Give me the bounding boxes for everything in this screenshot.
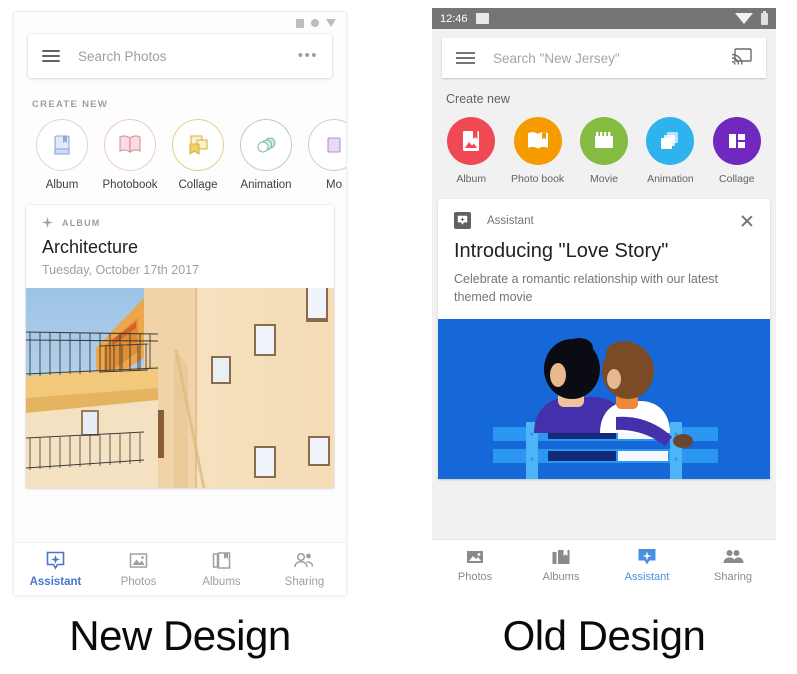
- couple-on-bench-illustration[interactable]: [438, 319, 770, 480]
- nav-label: Albums: [202, 576, 241, 588]
- nav-label: Sharing: [714, 571, 752, 583]
- album-card[interactable]: ALBUM Architecture Tuesday, October 17th…: [26, 205, 334, 488]
- create-item-movie[interactable]: Movie: [571, 117, 637, 185]
- album-title: Architecture: [42, 237, 139, 257]
- wifi-icon: [735, 13, 753, 24]
- photobook-icon: [513, 117, 562, 165]
- create-item-photobook[interactable]: Photo book: [504, 117, 570, 185]
- create-new-label: CREATE NEW: [32, 99, 109, 110]
- sharing-icon: [723, 550, 744, 563]
- old-create-row[interactable]: Album Photo book Movie Animation Collage: [432, 106, 776, 185]
- nav-label: Albums: [542, 571, 580, 583]
- create-new-label: Create new: [446, 92, 510, 106]
- nav-sharing[interactable]: Sharing: [690, 547, 776, 583]
- collage-icon: [712, 117, 761, 165]
- cast-icon[interactable]: [731, 47, 752, 70]
- hamburger-menu-icon[interactable]: [456, 52, 475, 64]
- create-item-label: Mo: [326, 179, 342, 191]
- create-item-collage[interactable]: Collage: [164, 120, 232, 191]
- assistant-card[interactable]: Assistant Introducing "Love Story" Celeb…: [438, 199, 770, 480]
- assistant-source-label: Assistant: [487, 214, 534, 227]
- architecture-photo[interactable]: [26, 288, 334, 488]
- nav-assistant[interactable]: Assistant: [14, 550, 97, 588]
- create-item-animation[interactable]: Animation: [232, 120, 300, 191]
- nav-sharing[interactable]: Sharing: [263, 550, 346, 588]
- old-design-phone: 12:46 Search "New Jersey" Create new Alb…: [432, 8, 776, 590]
- animation-icon: [646, 117, 695, 165]
- new-bottom-nav[interactable]: Assistant Photos Albums Sharing: [14, 542, 346, 595]
- caption-new-design: New Design: [69, 612, 291, 659]
- assistant-card-header: Assistant: [438, 199, 770, 229]
- nav-label: Photos: [457, 571, 493, 583]
- new-search-container: Search Photos •••: [14, 34, 346, 78]
- battery-icon: [761, 10, 768, 25]
- create-item-label: Album: [45, 179, 79, 191]
- nav-label: Assistant: [624, 571, 670, 583]
- assistant-icon: [46, 551, 65, 570]
- album-icon: [37, 120, 87, 170]
- nav-photos[interactable]: Photos: [97, 550, 180, 588]
- create-item-label: Animation: [647, 173, 694, 185]
- sparkle-icon: [42, 217, 53, 228]
- create-item-label: Collage: [178, 179, 218, 191]
- nav-photos[interactable]: Photos: [432, 547, 518, 583]
- search-input[interactable]: Search Photos: [78, 49, 298, 64]
- old-bottom-nav[interactable]: Photos Albums Assistant Sharing: [432, 539, 776, 590]
- album-date: Tuesday, October 17th 2017: [42, 263, 200, 277]
- animation-icon: [241, 120, 291, 170]
- create-item-photobook[interactable]: Photobook: [96, 120, 164, 191]
- sharing-icon: [294, 552, 314, 568]
- create-item-movie[interactable]: Mo: [300, 120, 346, 191]
- assistant-subtitle: Celebrate a romantic relationship with o…: [454, 272, 719, 305]
- assistant-headline: Introducing "Love Story": [454, 240, 669, 262]
- albums-icon: [552, 550, 570, 564]
- create-item-animation[interactable]: Animation: [637, 117, 703, 185]
- create-item-label: Photobook: [102, 179, 158, 191]
- create-item-label: Photo book: [511, 173, 565, 185]
- photos-icon: [129, 553, 148, 568]
- old-status-bar: 12:46: [432, 8, 776, 29]
- assistant-badge-icon: [454, 212, 471, 229]
- collage-icon: [173, 120, 223, 170]
- create-item-album[interactable]: Album: [438, 117, 504, 185]
- movie-icon: [309, 120, 346, 170]
- triangle-icon: [326, 19, 336, 27]
- create-item-album[interactable]: Album: [28, 120, 96, 191]
- new-create-row[interactable]: Album Photobook Collage Animation Mo: [14, 110, 346, 191]
- create-item-label: Animation: [240, 179, 292, 191]
- nav-albums[interactable]: Albums: [180, 550, 263, 588]
- album-card-kicker: ALBUM: [42, 217, 318, 228]
- album-card-header: ALBUM Architecture Tuesday, October 17th…: [26, 205, 334, 277]
- create-item-collage[interactable]: Collage: [704, 117, 770, 185]
- nav-label: Photos: [120, 576, 157, 588]
- hamburger-menu-icon[interactable]: [42, 50, 60, 62]
- nav-label: Sharing: [284, 576, 325, 588]
- create-item-label: Movie: [590, 173, 619, 185]
- new-design-phone: Search Photos ••• CREATE NEW Album Photo…: [14, 12, 346, 595]
- search-input[interactable]: Search "New Jersey": [493, 51, 731, 66]
- circle-icon: [311, 19, 319, 27]
- search-bar[interactable]: Search "New Jersey": [442, 38, 766, 78]
- square-icon: [296, 18, 304, 28]
- photo-notification-icon: [475, 13, 489, 24]
- albums-icon: [212, 552, 231, 569]
- photobook-icon: [105, 120, 155, 170]
- old-search-container: Search "New Jersey": [432, 29, 776, 78]
- album-icon: [447, 117, 496, 165]
- caption-old-design: Old Design: [502, 612, 706, 659]
- assistant-icon: [638, 549, 656, 565]
- nav-albums[interactable]: Albums: [518, 547, 604, 583]
- album-kicker-text: ALBUM: [62, 217, 101, 228]
- more-options-icon[interactable]: •••: [298, 48, 318, 63]
- nav-assistant[interactable]: Assistant: [604, 547, 690, 583]
- search-bar[interactable]: Search Photos •••: [28, 34, 332, 78]
- status-time: 12:46: [440, 12, 468, 25]
- photos-icon: [467, 551, 483, 563]
- close-icon[interactable]: [740, 214, 754, 228]
- create-item-label: Album: [456, 173, 487, 185]
- movie-icon: [580, 117, 629, 165]
- nav-label: Assistant: [29, 576, 82, 588]
- new-status-bar: [14, 12, 346, 34]
- create-item-label: Collage: [719, 173, 755, 185]
